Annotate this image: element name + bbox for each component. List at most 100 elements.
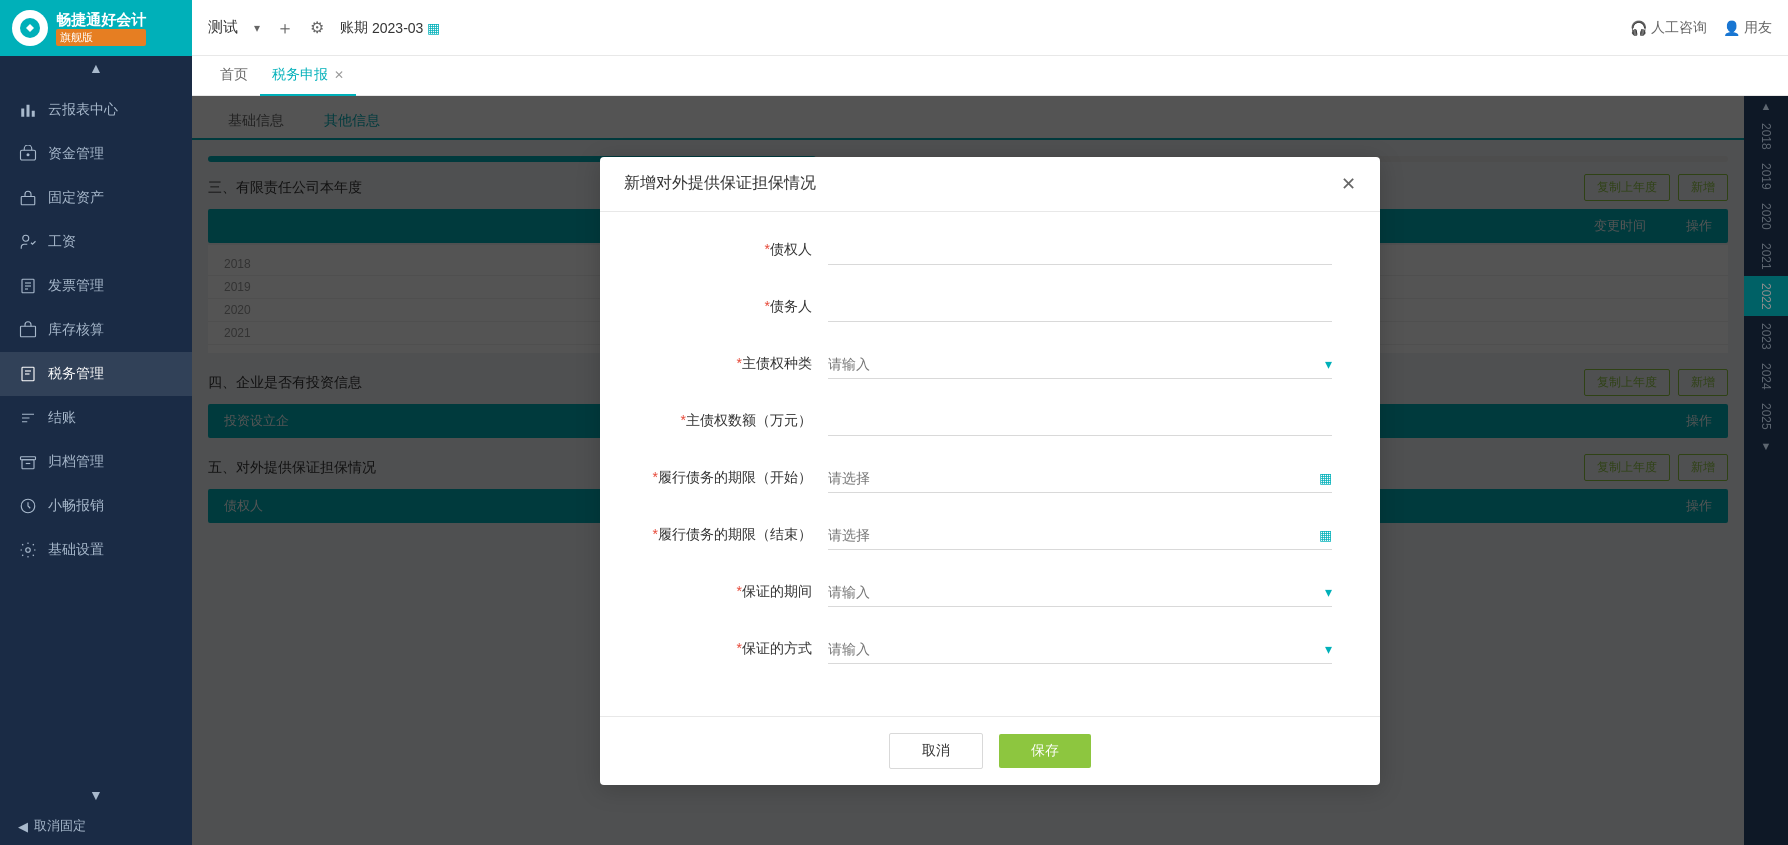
topbar-right: 🎧 人工咨询 👤 用友 <box>1630 19 1772 37</box>
sidebar-item-tax-mgmt[interactable]: 税务管理 <box>0 352 192 396</box>
sidebar-item-label: 库存核算 <box>48 321 104 339</box>
company-name: 测试 <box>208 18 238 37</box>
gear-icon[interactable]: ⚙ <box>310 18 324 37</box>
asset-icon <box>18 188 38 208</box>
fund-icon <box>18 144 38 164</box>
svg-rect-17 <box>22 460 34 469</box>
sidebar-item-label: 结账 <box>48 409 76 427</box>
tax-icon <box>18 364 38 384</box>
tab-home[interactable]: 首页 <box>208 56 260 96</box>
sidebar-item-accounting[interactable]: 结账 <box>0 396 192 440</box>
claim-type-label: *主债权种类 <box>648 355 828 373</box>
sidebar-scroll-up[interactable]: ▲ <box>0 56 192 80</box>
period-end-date-wrap[interactable]: ▦ <box>828 521 1332 550</box>
form-row-claim-type: *主债权种类 ▾ <box>648 350 1332 379</box>
tab-home-label: 首页 <box>220 66 248 84</box>
guarantee-period-label: *保证的期间 <box>648 583 828 601</box>
calendar-start-icon[interactable]: ▦ <box>1319 470 1332 486</box>
app-logo <box>12 10 48 46</box>
required-mark: * <box>765 298 770 314</box>
page-tabs: 首页 税务申报 ✕ <box>192 56 1788 96</box>
modal-close-button[interactable]: ✕ <box>1341 173 1356 195</box>
form-row-guarantee-method: *保证的方式 ▾ <box>648 635 1332 664</box>
modal-overlay: 新增对外提供保证担保情况 ✕ *债权人 <box>192 96 1788 845</box>
accounting-icon <box>18 408 38 428</box>
sidebar-item-payroll[interactable]: 工资 <box>0 220 192 264</box>
required-mark: * <box>737 355 742 371</box>
period-end-input[interactable] <box>828 521 1332 549</box>
sidebar-item-fixed-assets[interactable]: 固定资产 <box>0 176 192 220</box>
period-display: 账期 2023-03 ▦ <box>340 19 440 37</box>
save-button[interactable]: 保存 <box>999 734 1091 768</box>
sidebar-item-archive[interactable]: 归档管理 <box>0 440 192 484</box>
tab-tax-report-label: 税务申报 <box>272 66 328 84</box>
payroll-icon <box>18 232 38 252</box>
modal-header: 新增对外提供保证担保情况 ✕ <box>600 157 1380 212</box>
unpin-icon: ◀ <box>18 819 28 834</box>
sidebar-bottom-action[interactable]: ◀ 取消固定 <box>0 807 192 845</box>
sidebar-item-label: 云报表中心 <box>48 101 118 119</box>
app-name: 畅捷通好会计 <box>56 11 146 29</box>
service-label: 人工咨询 <box>1651 19 1707 37</box>
debtor-label: *债务人 <box>648 298 828 316</box>
svg-rect-12 <box>21 326 36 337</box>
settings-icon <box>18 540 38 560</box>
svg-rect-2 <box>27 105 30 117</box>
claim-type-chevron-icon: ▾ <box>1325 356 1332 372</box>
guarantee-period-select-wrap[interactable]: ▾ <box>828 578 1332 607</box>
sidebar-item-cloud-reports[interactable]: 云报表中心 <box>0 88 192 132</box>
chart-icon <box>18 100 38 120</box>
required-mark: * <box>653 526 658 542</box>
claim-type-select-wrap[interactable]: ▾ <box>828 350 1332 379</box>
sidebar-item-expense[interactable]: 小畅报销 <box>0 484 192 528</box>
user-button[interactable]: 👤 用友 <box>1723 19 1772 37</box>
period-start-date-wrap[interactable]: ▦ <box>828 464 1332 493</box>
archive-icon <box>18 452 38 472</box>
sidebar-item-label: 工资 <box>48 233 76 251</box>
claim-type-input[interactable] <box>828 350 1332 378</box>
calendar-end-icon[interactable]: ▦ <box>1319 527 1332 543</box>
calendar-icon[interactable]: ▦ <box>427 20 440 36</box>
sidebar-item-label: 固定资产 <box>48 189 104 207</box>
guarantee-period-input[interactable] <box>828 578 1332 606</box>
sidebar-item-label: 税务管理 <box>48 365 104 383</box>
sidebar-item-settings[interactable]: 基础设置 <box>0 528 192 572</box>
svg-rect-1 <box>21 109 24 117</box>
app-edition: 旗舰版 <box>56 29 146 46</box>
sidebar-item-inventory[interactable]: 库存核算 <box>0 308 192 352</box>
form-row-creditor: *债权人 <box>648 236 1332 265</box>
claim-amount-input[interactable] <box>828 407 1332 436</box>
svg-rect-3 <box>32 111 35 117</box>
tab-close-icon[interactable]: ✕ <box>334 68 344 82</box>
sidebar-scroll-down[interactable]: ▼ <box>0 783 192 807</box>
svg-rect-6 <box>21 197 35 205</box>
main-content: 测试 ▾ ＋ ⚙ 账期 2023-03 ▦ 🎧 人工咨询 👤 用友 <box>192 0 1788 845</box>
guarantee-period-chevron-icon: ▾ <box>1325 584 1332 600</box>
debtor-input[interactable] <box>828 293 1332 322</box>
guarantee-method-input[interactable] <box>828 635 1332 663</box>
creditor-input[interactable] <box>828 236 1332 265</box>
service-button[interactable]: 🎧 人工咨询 <box>1630 19 1707 37</box>
period-start-label: *履行债务的期限（开始） <box>648 469 828 487</box>
guarantee-method-select-wrap[interactable]: ▾ <box>828 635 1332 664</box>
form-row-period-end: *履行债务的期限（结束） ▦ <box>648 521 1332 550</box>
svg-point-7 <box>23 235 29 241</box>
creditor-input-wrap <box>828 236 1332 265</box>
add-button[interactable]: ＋ <box>276 16 294 40</box>
period-value: 2023-03 <box>372 20 423 36</box>
sidebar-item-label: 归档管理 <box>48 453 104 471</box>
user-icon: 👤 <box>1723 20 1740 36</box>
inventory-icon <box>18 320 38 340</box>
cancel-button[interactable]: 取消 <box>889 733 983 769</box>
sidebar-header: 畅捷通好会计 旗舰版 <box>0 0 192 56</box>
sidebar: 畅捷通好会计 旗舰版 ▲ 云报表中心 资金管理 固 <box>0 0 192 845</box>
company-chevron-icon[interactable]: ▾ <box>254 21 260 35</box>
period-label: 账期 <box>340 19 368 37</box>
sidebar-item-label: 小畅报销 <box>48 497 104 515</box>
sidebar-item-fund-mgmt[interactable]: 资金管理 <box>0 132 192 176</box>
tab-tax-report[interactable]: 税务申报 ✕ <box>260 56 356 96</box>
user-label: 用友 <box>1744 19 1772 37</box>
period-start-input[interactable] <box>828 464 1332 492</box>
sidebar-item-invoice[interactable]: 发票管理 <box>0 264 192 308</box>
form-row-period-start: *履行债务的期限（开始） ▦ <box>648 464 1332 493</box>
